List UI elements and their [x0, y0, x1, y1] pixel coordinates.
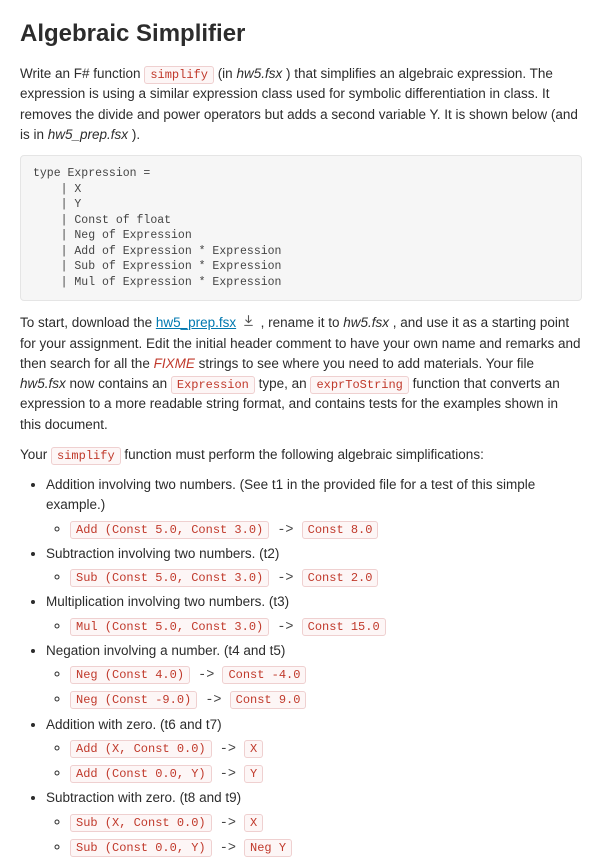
examples-list: Add (X, Const 0.0) -> X Add (Const 0.0, Y…: [46, 738, 582, 786]
list-item: Multiplication involving two numbers. (t…: [46, 592, 582, 638]
rules-list: Addition involving two numbers. (See t1 …: [20, 475, 582, 859]
list-item: Add (X, Const 0.0) -> X: [70, 738, 582, 760]
list-item: Sub (Const 5.0, Const 3.0) -> Const 2.0: [70, 567, 582, 589]
text: now contains an: [70, 376, 171, 391]
intro-paragraph: Write an F# function simplify (in hw5.fs…: [20, 64, 582, 145]
list-item: Sub (X, Const 0.0) -> X: [70, 812, 582, 834]
example-lhs-code: Neg (Const 4.0): [70, 666, 190, 684]
text: strings to see where you need to add mat…: [199, 356, 534, 371]
arrow-icon: ->: [269, 571, 301, 586]
filename: hw5.fsx: [20, 376, 66, 391]
arrow-icon: ->: [212, 816, 244, 831]
fixme-marker: FIXME: [154, 356, 195, 371]
example-rhs-code: Const 15.0: [302, 618, 386, 636]
examples-list: Neg (Const 4.0) -> Const -4.0Neg (Const …: [46, 664, 582, 712]
list-item: Subtraction with zero. (t8 and t9) Sub (X…: [46, 788, 582, 859]
list-item: Add (Const 5.0, Const 3.0) -> Const 8.0: [70, 519, 582, 541]
list-item: Addition involving two numbers. (See t1 …: [46, 475, 582, 541]
filename: hw5.fsx: [236, 66, 282, 81]
rule-text: Negation involving a number. (t4 and t5): [46, 643, 285, 658]
rule-text: Multiplication involving two numbers. (t…: [46, 594, 289, 609]
examples-list: Sub (X, Const 0.0) -> X Sub (Const 0.0, Y…: [46, 812, 582, 860]
list-item: Neg (Const -9.0) -> Const 9.0: [70, 689, 582, 711]
rule-text: Addition with zero. (t6 and t7): [46, 717, 222, 732]
examples-list: Mul (Const 5.0, Const 3.0) -> Const 15.0: [46, 616, 582, 638]
list-item: Subtraction involving two numbers. (t2) S…: [46, 544, 582, 590]
example-rhs-code: Const 2.0: [302, 569, 379, 587]
arrow-icon: ->: [269, 620, 301, 635]
example-rhs-code: Const 9.0: [230, 691, 307, 709]
simplify-code: simplify: [51, 447, 121, 465]
arrow-icon: ->: [269, 523, 301, 538]
text: Write an F# function: [20, 66, 144, 81]
list-item: Neg (Const 4.0) -> Const -4.0: [70, 664, 582, 686]
example-rhs-code: Y: [244, 765, 263, 783]
arrow-icon: ->: [212, 841, 244, 856]
arrow-icon: ->: [197, 693, 229, 708]
download-icon[interactable]: [242, 313, 255, 333]
examples-list: Add (Const 5.0, Const 3.0) -> Const 8.0: [46, 519, 582, 541]
examples-list: Sub (Const 5.0, Const 3.0) -> Const 2.0: [46, 567, 582, 589]
filename: hw5.fsx: [343, 315, 389, 330]
text: function must perform the following alge…: [124, 447, 483, 462]
filename: hw5_prep.fsx: [48, 127, 128, 142]
expression-type-code: Expression: [171, 376, 255, 394]
arrow-icon: ->: [190, 668, 222, 683]
example-lhs-code: Add (Const 5.0, Const 3.0): [70, 521, 269, 539]
requirement-paragraph: Your simplify function must perform the …: [20, 445, 582, 465]
example-lhs-code: Neg (Const -9.0): [70, 691, 197, 709]
text: To start, download the: [20, 315, 156, 330]
example-lhs-code: Sub (Const 0.0, Y): [70, 839, 212, 857]
example-lhs-code: Sub (Const 5.0, Const 3.0): [70, 569, 269, 587]
example-rhs-code: Const 8.0: [302, 521, 379, 539]
example-rhs-code: Neg Y: [244, 839, 292, 857]
simplify-code: simplify: [144, 66, 214, 84]
list-item: Negation involving a number. (t4 and t5)…: [46, 641, 582, 712]
list-item: Addition with zero. (t6 and t7) Add (X, C…: [46, 715, 582, 786]
rule-text: Addition involving two numbers. (See t1 …: [46, 477, 535, 512]
arrow-icon: ->: [212, 767, 244, 782]
start-paragraph: To start, download the hw5_prep.fsx , re…: [20, 313, 582, 435]
rule-text: Subtraction with zero. (t8 and t9): [46, 790, 241, 805]
expression-type-code-block: type Expression = | X | Y | Const of flo…: [20, 155, 582, 301]
example-rhs-code: X: [244, 814, 263, 832]
text: Your: [20, 447, 51, 462]
page-title: Algebraic Simplifier: [20, 16, 582, 52]
list-item: Sub (Const 0.0, Y) -> Neg Y: [70, 837, 582, 859]
list-item: Mul (Const 5.0, Const 3.0) -> Const 15.0: [70, 616, 582, 638]
exprtostring-code: exprToString: [310, 376, 408, 394]
list-item: Add (Const 0.0, Y) -> Y: [70, 763, 582, 785]
example-lhs-code: Add (X, Const 0.0): [70, 740, 212, 758]
example-rhs-code: Const -4.0: [222, 666, 306, 684]
prep-file-link[interactable]: hw5_prep.fsx: [156, 315, 236, 330]
text: , rename it to: [261, 315, 344, 330]
text: ).: [132, 127, 140, 142]
example-rhs-code: X: [244, 740, 263, 758]
rule-text: Subtraction involving two numbers. (t2): [46, 546, 279, 561]
text: (in: [218, 66, 237, 81]
example-lhs-code: Add (Const 0.0, Y): [70, 765, 212, 783]
example-lhs-code: Sub (X, Const 0.0): [70, 814, 212, 832]
example-lhs-code: Mul (Const 5.0, Const 3.0): [70, 618, 269, 636]
arrow-icon: ->: [212, 742, 244, 757]
text: type, an: [259, 376, 311, 391]
